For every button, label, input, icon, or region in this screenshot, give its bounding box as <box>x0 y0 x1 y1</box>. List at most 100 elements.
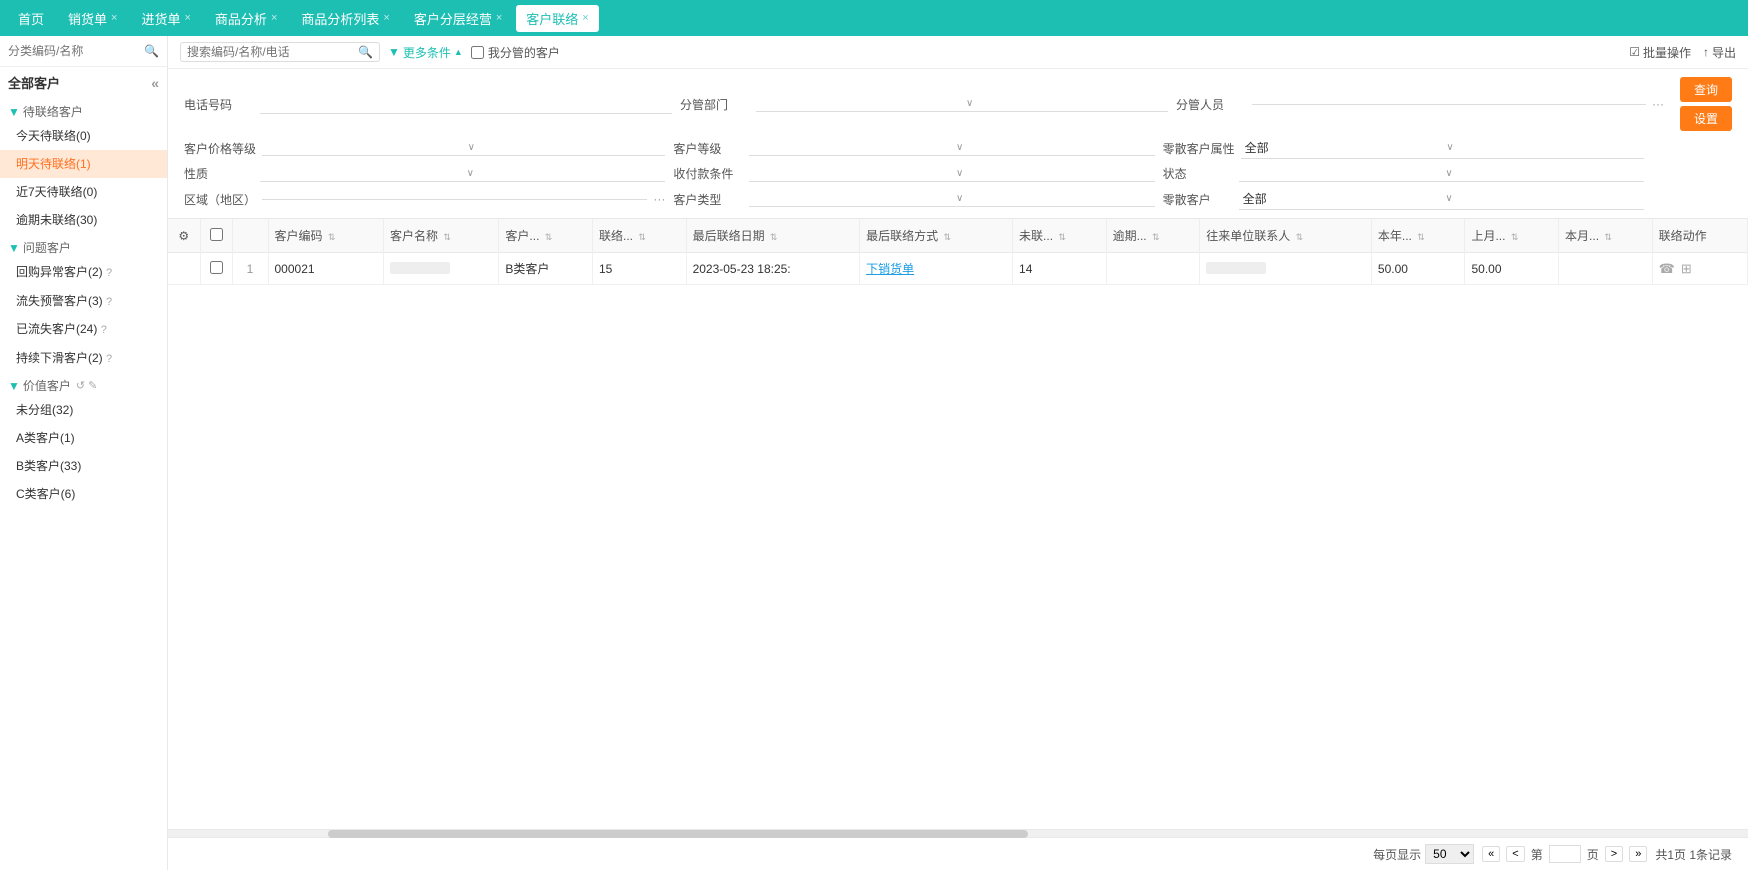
sidebar-item-class-a[interactable]: A类客户(1) <box>0 424 167 452</box>
sidebar-item-class-b[interactable]: B类客户(33) <box>0 452 167 480</box>
filter-customer-level-select[interactable]: ∨ <box>749 140 1154 156</box>
sidebar-item-overdue[interactable]: 逾期未联络(30) <box>0 206 167 234</box>
contact-action-icon[interactable]: ☎ <box>1659 261 1675 277</box>
filter-price-level-select[interactable]: ∨ <box>262 140 665 156</box>
nav-purchase[interactable]: 进货单 × <box>131 5 200 32</box>
filter-row-2: 客户价格等级 ∨ 客户等级 ∨ 零散客户属性 全部 <box>184 137 1732 159</box>
manager-ellipsis[interactable]: ··· <box>1652 97 1664 111</box>
page-size-select[interactable]: 102050100 <box>1425 844 1474 864</box>
region-ellipsis[interactable]: ··· <box>653 192 665 206</box>
col-overdue-header[interactable]: 逾期... ⇅ <box>1106 219 1200 253</box>
nav-customer-segment[interactable]: 客户分层经营 × <box>404 5 512 32</box>
nav-product-analysis[interactable]: 商品分析 × <box>205 5 287 32</box>
last-page-btn[interactable]: » <box>1629 846 1647 862</box>
filter-phone: 电话号码 <box>184 95 672 114</box>
nav-home[interactable]: 首页 <box>8 5 54 32</box>
row-gear-cell <box>168 253 200 285</box>
row-last-month-cell: 50.00 <box>1465 253 1559 285</box>
first-page-btn[interactable]: « <box>1482 846 1500 862</box>
sidebar-search-area: 🔍 <box>0 36 167 67</box>
col-last-month-header[interactable]: 上月... ⇅ <box>1465 219 1559 253</box>
my-customers-checkbox[interactable] <box>471 46 484 59</box>
scrollbar-thumb[interactable] <box>328 830 1028 838</box>
filter-payment-select[interactable]: ∨ <box>749 166 1154 182</box>
col-last-contact-date-header[interactable]: 最后联络日期 ⇅ <box>686 219 860 253</box>
total-records-label: 共1页 1条记录 <box>1655 846 1732 863</box>
sidebar-item-ungrouped[interactable]: 未分组(32) <box>0 396 167 424</box>
nav-product-analysis-list-close[interactable]: × <box>383 12 389 24</box>
filter-status-select[interactable]: ∨ <box>1239 166 1644 182</box>
sidebar-item-today[interactable]: 今天待联络(0) <box>0 122 167 150</box>
nav-customer-segment-close[interactable]: × <box>496 12 502 24</box>
sidebar-search-icon[interactable]: 🔍 <box>144 44 159 58</box>
select-all-checkbox[interactable] <box>210 228 223 241</box>
col-this-year-header[interactable]: 本年... ⇅ <box>1371 219 1465 253</box>
col-customer-name-header[interactable]: 客户名称 ⇅ <box>383 219 498 253</box>
status-arrow-icon: ∨ <box>1441 166 1644 181</box>
export-btn[interactable]: ↑ 导出 <box>1703 44 1736 61</box>
nav-sales-close[interactable]: × <box>111 12 117 24</box>
query-button[interactable]: 查询 <box>1680 77 1732 102</box>
sidebar-item-lost[interactable]: 已流失客户(24) ? <box>0 315 167 344</box>
sidebar-item-7days[interactable]: 近7天待联络(0) <box>0 178 167 206</box>
toolbar-right: ☑ 批量操作 ↑ 导出 <box>1629 44 1736 61</box>
search-box[interactable]: 🔍 <box>180 42 380 62</box>
row-contact-action-cell: ☎ ⊞ <box>1652 253 1747 285</box>
filter-customer-level: 客户等级 ∨ <box>673 140 1154 157</box>
prev-page-btn[interactable]: < <box>1506 846 1524 862</box>
my-customers-filter[interactable]: 我分管的客户 <box>471 44 560 61</box>
col-customer-code-header[interactable]: 客户编码 ⇅ <box>268 219 383 253</box>
col-unit-contact-header[interactable]: 往来单位联系人 ⇅ <box>1200 219 1372 253</box>
row-customer-type-cell: B类客户 <box>499 253 593 285</box>
row-checkbox[interactable] <box>210 261 223 274</box>
filter-customer-type-select[interactable]: ∨ <box>749 191 1154 207</box>
col-check-header[interactable] <box>200 219 232 253</box>
sidebar-item-class-c[interactable]: C类客户(6) <box>0 480 167 508</box>
page-nav: « < 第 1 页 > » <box>1482 845 1647 863</box>
col-this-month-header[interactable]: 本月... ⇅ <box>1559 219 1653 253</box>
sidebar-item-lost-risk[interactable]: 流失预警客户(3) ? <box>0 287 167 316</box>
page-input[interactable]: 1 <box>1549 845 1581 863</box>
retail-attr-arrow-icon: ∨ <box>1442 140 1644 155</box>
nav-product-analysis-close[interactable]: × <box>271 12 277 24</box>
filter-more-btn[interactable]: ▼ 更多条件 ▲ <box>388 44 463 61</box>
table-row: 1 000021 B类客户 15 <box>168 253 1748 285</box>
search-input[interactable] <box>187 45 354 59</box>
batch-operation-btn[interactable]: ☑ 批量操作 <box>1629 44 1691 61</box>
row-this-year-cell: 50.00 <box>1371 253 1465 285</box>
nav-customer-contact-close[interactable]: × <box>582 12 588 24</box>
sort-this-year-icon: ⇅ <box>1417 232 1425 242</box>
sidebar-group-value-customers[interactable]: ▼ 价值客户 ↺ ✎ <box>0 372 167 396</box>
row-check-cell[interactable] <box>200 253 232 285</box>
nav-product-analysis-list[interactable]: 商品分析列表 × <box>291 5 399 32</box>
qr-action-icon[interactable]: ⊞ <box>1681 261 1692 277</box>
search-icon[interactable]: 🔍 <box>358 45 373 59</box>
col-last-contact-method-header[interactable]: 最后联络方式 ⇅ <box>860 219 1013 253</box>
col-uncontacted-header[interactable]: 未联... ⇅ <box>1013 219 1107 253</box>
filter-phone-input[interactable] <box>260 95 672 114</box>
sidebar-item-repeat-abnormal[interactable]: 回购异常客户(2) ? <box>0 258 167 287</box>
toolbar: 🔍 ▼ 更多条件 ▲ 我分管的客户 ☑ 批量操作 ↑ 导出 <box>168 36 1748 69</box>
sidebar-item-declining[interactable]: 持续下滑客户(2) ? <box>0 344 167 373</box>
nav-purchase-close[interactable]: × <box>184 12 190 24</box>
col-customer-type-header[interactable]: 客户... ⇅ <box>499 219 593 253</box>
nav-sales[interactable]: 销货单 × <box>58 5 127 32</box>
col-contact-header[interactable]: 联络... ⇅ <box>592 219 686 253</box>
sidebar-search-input[interactable] <box>8 44 140 58</box>
setting-button[interactable]: 设置 <box>1680 106 1732 131</box>
sidebar-group-problem-customers[interactable]: ▼ 问题客户 <box>0 234 167 258</box>
sidebar-item-tomorrow[interactable]: 明天待联络(1) <box>0 150 167 178</box>
nav-customer-contact[interactable]: 客户联络 × <box>516 5 598 32</box>
col-gear-header[interactable]: ⚙ <box>168 219 200 253</box>
filter-nature-select[interactable]: ∨ <box>260 166 665 182</box>
filter-retail-customer-select[interactable]: 全部 ∨ <box>1239 188 1644 210</box>
row-last-contact-method-cell[interactable]: 下销货单 <box>860 253 1013 285</box>
sidebar-all-customers[interactable]: 全部客户 « <box>0 67 167 98</box>
horizontal-scrollbar[interactable] <box>168 829 1748 837</box>
filter-dept-select[interactable]: ∨ <box>756 96 1168 112</box>
sidebar-group-pending-contact[interactable]: ▼ 待联络客户 <box>0 98 167 122</box>
sidebar-collapse-icon[interactable]: « <box>151 75 159 91</box>
top-nav: 首页 销货单 × 进货单 × 商品分析 × 商品分析列表 × 客户分层经营 × … <box>0 0 1748 36</box>
filter-retail-attr-select[interactable]: 全部 ∨ <box>1241 137 1644 159</box>
next-page-btn[interactable]: > <box>1605 846 1623 862</box>
